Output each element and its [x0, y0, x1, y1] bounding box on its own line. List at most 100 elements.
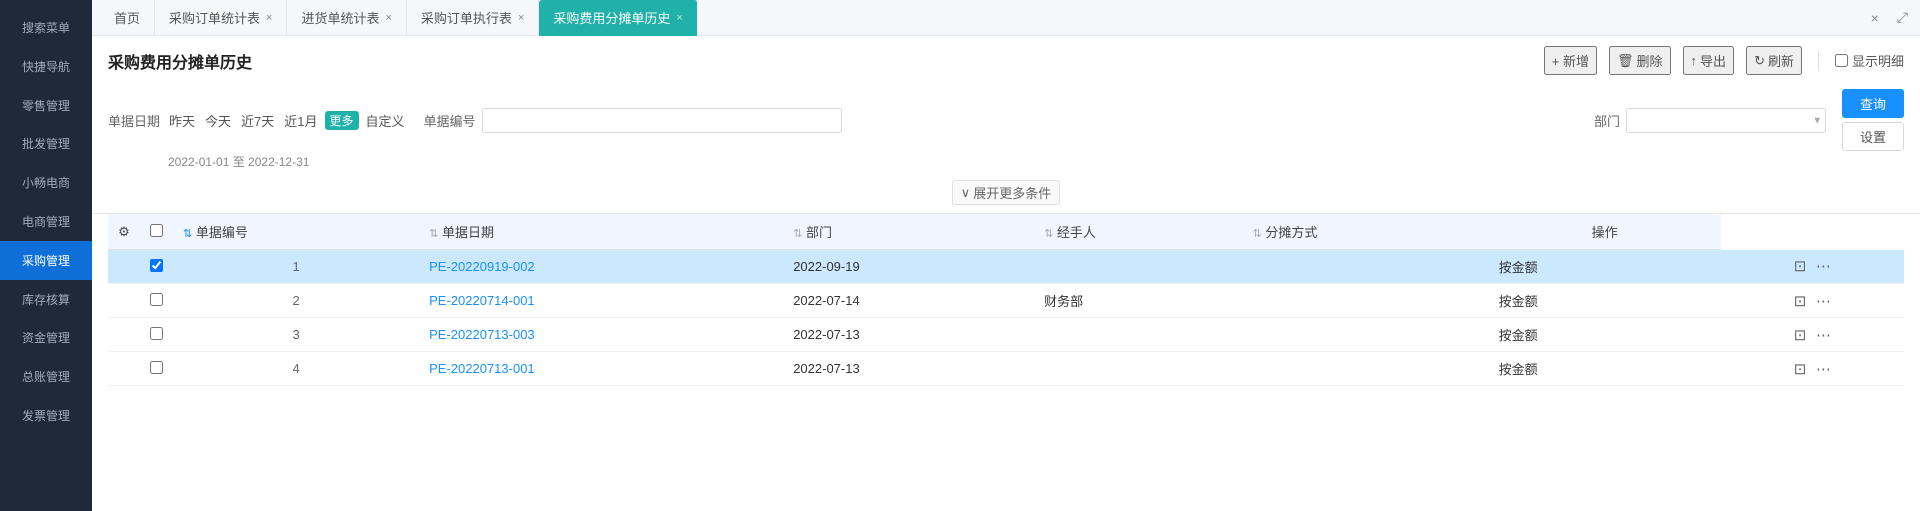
sidebar-item-shortcut[interactable]: 快捷导航	[0, 47, 92, 86]
docno-filter-input[interactable]	[482, 108, 842, 133]
row2-operations: ⊡ ⋯	[1721, 284, 1904, 318]
dept-filter-input[interactable]	[1626, 108, 1826, 133]
th-checkbox[interactable]	[140, 214, 173, 250]
sidebar-item-finance[interactable]: 资金管理	[0, 318, 92, 357]
tab-cost-split-history[interactable]: 采购费用分摊单历史 ×	[539, 0, 697, 36]
row2-edit-icon[interactable]: ⊡	[1794, 293, 1807, 310]
row1-edit-icon[interactable]: ⊡	[1794, 258, 1807, 275]
th-dept[interactable]: ⇅ 部门	[783, 214, 1034, 250]
row3-doc-no[interactable]: PE-20220713-003	[419, 318, 783, 352]
display-toggle: 显示明细	[1835, 51, 1904, 70]
row2-checkbox-cell[interactable]	[140, 284, 173, 318]
table-row: 1 PE-20220919-002 2022-09-19 按金额 ⊡ ⋯	[108, 250, 1904, 284]
th-handler[interactable]: ⇅ 经手人	[1034, 214, 1242, 250]
filter-docno-group: 单据编号	[424, 108, 1578, 133]
row4-split-method: 按金额	[1489, 352, 1721, 386]
display-toggle-checkbox[interactable]	[1835, 54, 1848, 67]
row2-checkbox[interactable]	[150, 293, 163, 306]
window-close-button[interactable]: ×	[1867, 8, 1883, 28]
row3-more-icon[interactable]: ⋯	[1816, 327, 1831, 344]
sidebar-item-retail[interactable]: 零售管理	[0, 86, 92, 125]
sidebar-item-wholesale[interactable]: 批发管理	[0, 124, 92, 163]
sidebar-item-inventory[interactable]: 库存核算	[0, 280, 92, 319]
row3-checkbox[interactable]	[150, 327, 163, 340]
row2-doc-no[interactable]: PE-20220714-001	[419, 284, 783, 318]
row3-num: 3	[173, 318, 419, 352]
row2-more-icon[interactable]: ⋯	[1816, 293, 1831, 310]
th-doc-date-sort-icon: ⇅	[429, 228, 438, 240]
row4-edit-icon[interactable]: ⊡	[1794, 361, 1807, 378]
th-dept-sort-icon: ⇅	[793, 228, 802, 240]
date-opt-yesterday[interactable]: 昨天	[166, 110, 198, 131]
th-gear[interactable]: ⚙	[108, 214, 140, 250]
tab-purchase-order-exec[interactable]: 采购订单执行表 ×	[407, 0, 539, 36]
tab-close-cost-split-history[interactable]: ×	[676, 12, 682, 24]
row3-gear	[108, 318, 140, 352]
row1-operations: ⊡ ⋯	[1721, 250, 1904, 284]
row1-doc-no[interactable]: PE-20220919-002	[419, 250, 783, 284]
header-actions: + 新增 🗑 删除 ↑ 导出 ↻ 刷新 显示明细	[1544, 46, 1904, 75]
row4-gear	[108, 352, 140, 386]
dept-filter-label: 部门	[1594, 111, 1620, 130]
delete-icon: 🗑	[1617, 53, 1634, 69]
filter-btns: 查询 设置	[1842, 89, 1904, 151]
sidebar-item-purchase[interactable]: 采购管理	[0, 241, 92, 280]
row1-more-icon[interactable]: ⋯	[1816, 258, 1831, 275]
row3-edit-icon[interactable]: ⊡	[1794, 327, 1807, 344]
expand-row: ∨ 展开更多条件	[108, 174, 1904, 205]
row3-split-method: 按金额	[1489, 318, 1721, 352]
row3-dept	[1034, 318, 1242, 352]
date-opt-7days[interactable]: 近7天	[238, 110, 277, 131]
tab-inbound-stats[interactable]: 进货单统计表 ×	[287, 0, 406, 36]
date-opt-more[interactable]: 更多	[325, 111, 359, 130]
sidebar-item-invoice[interactable]: 发票管理	[0, 396, 92, 435]
tab-purchase-order-stats[interactable]: 采购订单统计表 ×	[155, 0, 287, 36]
row3-operations: ⊡ ⋯	[1721, 318, 1904, 352]
date-options: 昨天 今天 近7天 近1月 更多 自定义	[166, 110, 408, 131]
tab-close-purchase-order-stats[interactable]: ×	[266, 12, 272, 24]
row3-checkbox-cell[interactable]	[140, 318, 173, 352]
table-row: 2 PE-20220714-001 2022-07-14 财务部 按金额 ⊡ ⋯	[108, 284, 1904, 318]
row4-checkbox[interactable]	[150, 361, 163, 374]
page-content: 采购费用分摊单历史 + 新增 🗑 删除 ↑ 导出 ↻ 刷新 显	[92, 36, 1920, 511]
gear-icon: ⚙	[118, 224, 130, 239]
page-title: 采购费用分摊单历史	[108, 49, 252, 73]
tab-close-inbound-stats[interactable]: ×	[385, 12, 391, 24]
row2-num: 2	[173, 284, 419, 318]
sidebar-item-ecommerce[interactable]: 电商管理	[0, 202, 92, 241]
export-button[interactable]: ↑ 导出	[1683, 46, 1735, 75]
tab-home[interactable]: 首页	[100, 0, 155, 36]
row1-checkbox-cell[interactable]	[140, 250, 173, 284]
settings-button[interactable]: 设置	[1842, 122, 1904, 151]
sidebar-item-miniapp[interactable]: 小畅电商	[0, 163, 92, 202]
row4-checkbox-cell[interactable]	[140, 352, 173, 386]
date-opt-custom[interactable]: 自定义	[363, 110, 408, 131]
tabs-bar: 首页 采购订单统计表 × 进货单统计表 × 采购订单执行表 × 采购费用分摊单历…	[92, 0, 1920, 36]
select-all-checkbox[interactable]	[150, 224, 163, 237]
date-opt-1month[interactable]: 近1月	[281, 110, 320, 131]
th-split-method[interactable]: ⇅ 分摊方式	[1242, 214, 1488, 250]
refresh-button[interactable]: ↻ 刷新	[1746, 46, 1802, 75]
query-button[interactable]: 查询	[1842, 89, 1904, 118]
date-opt-today[interactable]: 今天	[202, 110, 234, 131]
row4-doc-no[interactable]: PE-20220713-001	[419, 352, 783, 386]
sidebar-item-search[interactable]: 搜索菜单	[0, 8, 92, 47]
tab-close-purchase-order-exec[interactable]: ×	[518, 12, 524, 24]
filter-dept-group: 部门 ▾	[1594, 108, 1826, 133]
row2-split-method: 按金额	[1489, 284, 1721, 318]
table-row: 4 PE-20220713-001 2022-07-13 按金额 ⊡ ⋯	[108, 352, 1904, 386]
row2-doc-date: 2022-07-14	[783, 284, 1034, 318]
export-icon: ↑	[1691, 53, 1698, 68]
delete-button[interactable]: 🗑 删除	[1609, 46, 1671, 75]
sidebar-item-accounting[interactable]: 总账管理	[0, 357, 92, 396]
window-maximize-button[interactable]: ⤢	[1893, 7, 1912, 28]
row3-handler	[1242, 318, 1488, 352]
expand-more-button[interactable]: ∨ 展开更多条件	[952, 180, 1061, 205]
add-button[interactable]: + 新增	[1544, 46, 1597, 75]
row4-more-icon[interactable]: ⋯	[1816, 361, 1831, 378]
row1-handler	[1242, 250, 1488, 284]
th-operation: 操作	[1489, 214, 1721, 250]
th-doc-date[interactable]: ⇅ 单据日期	[419, 214, 783, 250]
th-doc-no[interactable]: ⇅ 单据编号	[173, 214, 419, 250]
row1-checkbox[interactable]	[150, 259, 163, 272]
